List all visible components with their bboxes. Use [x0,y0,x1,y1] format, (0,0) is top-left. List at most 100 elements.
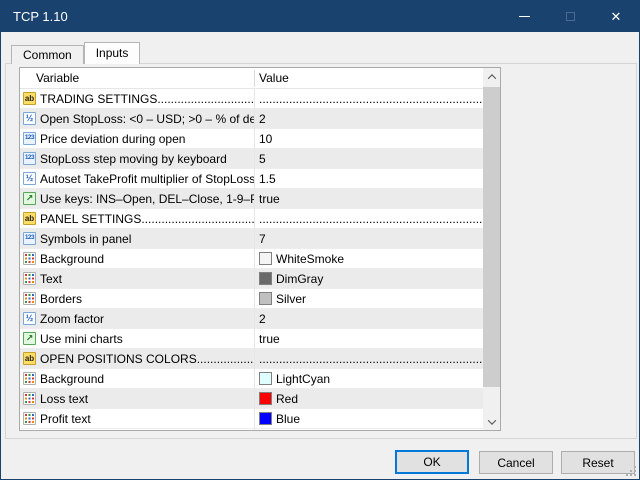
table-row[interactable]: ab PANEL SETTINGS........................… [20,209,484,229]
window-title: TCP 1.10 [13,9,68,24]
color-swatch [259,412,272,425]
variable-label: Price deviation during open [40,131,186,146]
reset-button[interactable]: Reset [561,451,635,474]
value-label: Red [276,391,299,406]
table-row[interactable]: 123 StopLoss step moving by keyboard 5 [20,149,484,169]
ok-button-label: OK [423,455,441,469]
double-param-icon: ½ [23,312,36,325]
color-param-icon [23,292,36,305]
integer-param-icon: 123 [23,132,36,145]
table-row[interactable]: 123 Price deviation during open 10 [20,129,484,149]
table-row[interactable]: ↗ Use keys: INS–Open, DEL–Close, 1-9–Pa..… [20,189,484,209]
value-label: ........................................… [259,351,484,366]
value-cell[interactable]: Silver [254,289,484,308]
color-swatch [259,372,272,385]
tab-inputs[interactable]: Inputs [83,42,141,64]
color-swatch [259,392,272,405]
value-cell[interactable]: DimGray [254,269,484,288]
table-row[interactable]: ½ Open StopLoss: <0 – USD; >0 – % of de..… [20,109,484,129]
value-label: true [259,331,280,346]
inputs-table: Variable Value ab TRADING SETTINGS.......… [19,67,501,431]
table-row[interactable]: ½ Autoset TakeProfit multiplier of StopLo… [20,169,484,189]
close-button[interactable]: ✕ [593,1,639,32]
table-row[interactable]: 123 Symbols in panel 7 [20,229,484,249]
maximize-icon [565,12,575,21]
maximize-button [547,1,593,32]
variable-cell: Borders [20,289,254,308]
table-row[interactable]: ½ Zoom factor 2 [20,309,484,329]
table-row[interactable]: ab OPEN POSITIONS COLORS.................… [20,349,484,369]
value-cell[interactable]: true [254,329,484,348]
double-param-icon: ½ [23,112,36,125]
variable-cell: ab PANEL SETTINGS........................… [20,209,254,228]
column-divider[interactable] [254,70,255,87]
table-row[interactable]: ↗ Use mini charts true [20,329,484,349]
value-label: 10 [259,131,273,146]
value-label: Blue [276,411,301,426]
value-cell[interactable]: 7 [254,229,484,248]
tab-common[interactable]: Common [11,45,84,64]
scroll-up-button[interactable] [483,68,500,85]
value-cell[interactable]: Blue [254,409,484,428]
value-label: 2 [259,311,266,326]
table-row[interactable]: ab TRADING SETTINGS......................… [20,89,484,109]
variable-label: Profit text [40,411,91,426]
table-row[interactable]: Text DimGray [20,269,484,289]
variable-label: StopLoss step moving by keyboard [40,151,227,166]
table-row[interactable]: Profit text Blue [20,409,484,429]
variable-cell: Background [20,249,254,268]
value-cell[interactable]: 2 [254,109,484,128]
table-row[interactable]: Borders Silver [20,289,484,309]
table-row[interactable]: Background LightCyan [20,369,484,389]
bool-param-icon: ↗ [23,332,36,345]
value-cell[interactable]: LightCyan [254,369,484,388]
integer-param-icon: 123 [23,152,36,165]
tab-strip: Common Inputs [11,42,141,64]
variable-label: Autoset TakeProfit multiplier of StopLos… [40,171,254,186]
value-label: Silver [276,291,307,306]
scrollbar-thumb[interactable] [483,87,500,387]
tab-label: Inputs [95,45,129,60]
scroll-down-button[interactable] [483,413,500,430]
close-icon: ✕ [610,8,622,24]
value-cell[interactable]: ........................................… [254,89,484,108]
dialog-window: TCP 1.10 ✕ Common Inputs Variable Value … [0,0,640,480]
variable-label: Borders [40,291,83,306]
value-cell[interactable]: Red [254,389,484,408]
value-cell[interactable]: true [254,189,484,208]
color-swatch [259,252,272,265]
table-row[interactable]: Background WhiteSmoke [20,249,484,269]
variable-label: Symbols in panel [40,231,132,246]
table-body: ab TRADING SETTINGS......................… [20,89,484,430]
value-cell[interactable]: 10 [254,129,484,148]
value-label: LightCyan [276,371,331,386]
resize-grip-icon[interactable] [626,466,636,476]
table-row[interactable]: Loss text Red [20,389,484,409]
variable-label: Use mini charts [40,331,123,346]
variable-label: Text [40,271,63,286]
value-label: 7 [259,231,266,246]
chevron-up-icon [487,73,496,83]
value-cell[interactable]: 5 [254,149,484,168]
value-cell[interactable]: ........................................… [254,209,484,228]
variable-label: TRADING SETTINGS........................… [40,91,254,106]
value-label: 2 [259,111,266,126]
titlebar[interactable]: TCP 1.10 ✕ [1,1,639,32]
vertical-scrollbar[interactable] [483,68,500,430]
value-cell[interactable]: WhiteSmoke [254,249,484,268]
value-label: ........................................… [259,211,484,226]
value-cell[interactable]: 1.5 [254,169,484,188]
value-cell[interactable]: ........................................… [254,349,484,368]
minimize-button[interactable] [501,1,547,32]
color-param-icon [23,372,36,385]
ok-button[interactable]: OK [395,450,469,474]
value-label: 1.5 [259,171,276,186]
color-param-icon [23,412,36,425]
cancel-button[interactable]: Cancel [479,451,553,474]
variable-label: Zoom factor [40,311,105,326]
variable-label: Open StopLoss: <0 – USD; >0 – % of de... [40,111,254,126]
value-label: 5 [259,151,266,166]
value-cell[interactable]: 2 [254,309,484,328]
text-param-icon: ab [23,92,36,105]
double-param-icon: ½ [23,172,36,185]
